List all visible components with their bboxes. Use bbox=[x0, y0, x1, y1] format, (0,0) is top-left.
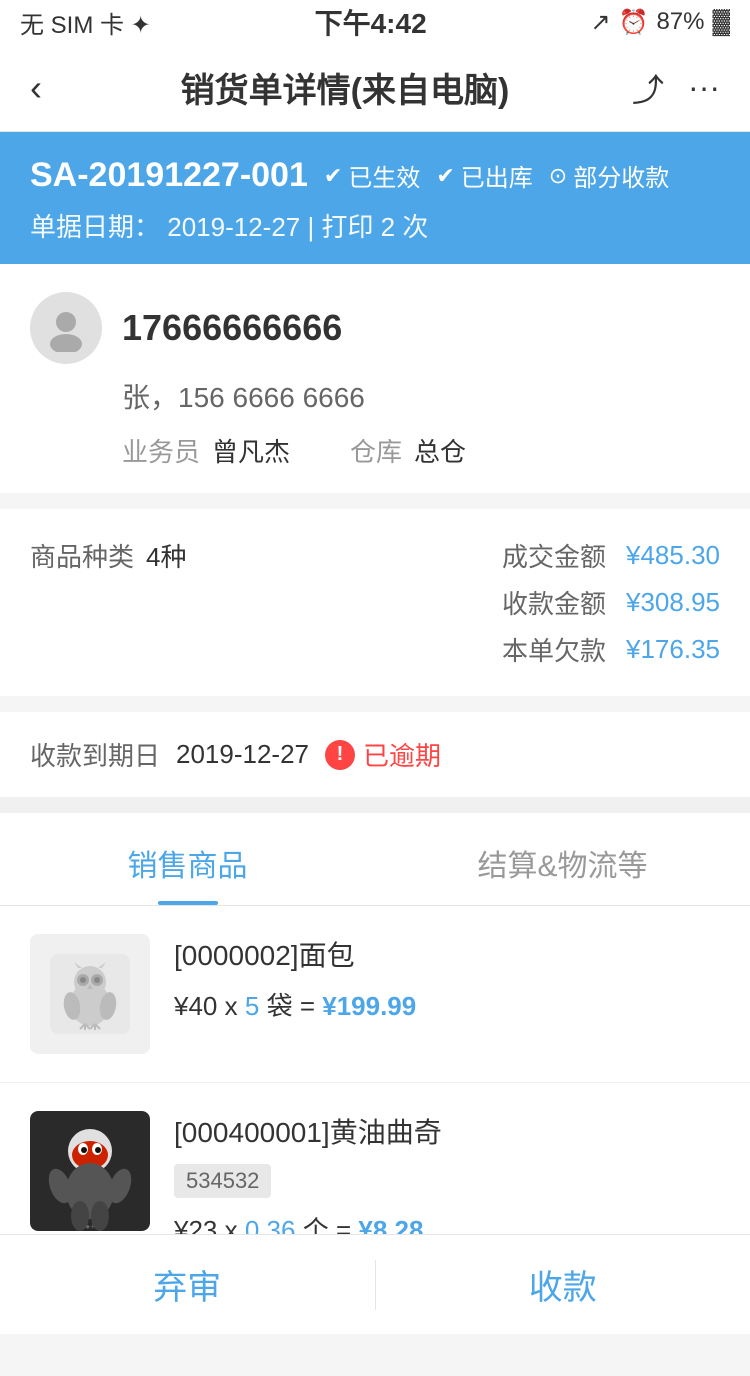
tab-settlement[interactable]: 结算&物流等 bbox=[375, 813, 750, 905]
due-date-label: 收款到期日 bbox=[30, 736, 160, 773]
product-image-2: ●+ bbox=[30, 1111, 150, 1231]
customer-phone: 17666666666 bbox=[122, 307, 342, 349]
svg-text:●+: ●+ bbox=[85, 1222, 95, 1231]
product-sku-2: 534532 bbox=[174, 1164, 271, 1198]
stats-section: 商品种类 4种 成交金额 ¥485.30 收款金额 ¥308.95 本单欠款 ¥… bbox=[0, 509, 750, 696]
product-types: 商品种类 4种 bbox=[30, 537, 186, 574]
section-divider bbox=[0, 797, 750, 813]
customer-name: 张，156 6666 6666 bbox=[30, 376, 720, 416]
status-badge-partial: ⊙ 部分收款 bbox=[549, 158, 669, 193]
order-date-info: 单据日期： 2019-12-27 | 打印 2 次 bbox=[30, 207, 720, 244]
product-image-1 bbox=[30, 934, 150, 1054]
share-icon[interactable]: ⤴ bbox=[632, 65, 664, 111]
customer-section: 17666666666 张，156 6666 6666 业务员 曾凡杰 仓库 总… bbox=[0, 264, 750, 493]
status-time: 下午4:42 bbox=[315, 2, 427, 42]
due-date-section: 收款到期日 2019-12-27 ! 已逾期 bbox=[0, 712, 750, 797]
deal-amount: 成交金额 ¥485.30 bbox=[486, 537, 720, 574]
battery-level: 87% bbox=[656, 8, 704, 36]
page-title: 销货单详情(来自电脑) bbox=[90, 63, 600, 112]
status-bar: 无 SIM 卡 ✦ 下午4:42 ↗ ⏰ 87% ▓ bbox=[0, 0, 750, 44]
overdue-text: 已逾期 bbox=[363, 736, 441, 773]
overdue-badge: ! 已逾期 bbox=[325, 736, 441, 773]
table-row: [0000002]面包 ¥40 x 5 袋 = ¥199.99 bbox=[0, 906, 750, 1083]
salesperson-info: 业务员 曾凡杰 bbox=[122, 432, 290, 469]
product-price-1: ¥40 x 5 袋 = ¥199.99 bbox=[174, 986, 720, 1023]
order-banner: SA-20191227-001 ✔ 已生效 ✔ 已出库 ⊙ 部分收款 单据日期：… bbox=[0, 132, 750, 264]
product-name-1: [0000002]面包 bbox=[174, 934, 720, 974]
product-name-2: [000400001]黄油曲奇 bbox=[174, 1111, 720, 1151]
order-id: SA-20191227-001 bbox=[30, 156, 308, 195]
product-list: [0000002]面包 ¥40 x 5 袋 = ¥199.99 bbox=[0, 906, 750, 1276]
tab-bar: 销售商品 结算&物流等 bbox=[0, 813, 750, 906]
overdue-icon: ! bbox=[325, 740, 355, 770]
nav-actions: ⤴ ··· bbox=[600, 65, 720, 111]
location-icon: ↗ bbox=[590, 8, 610, 37]
more-icon[interactable]: ··· bbox=[688, 69, 720, 106]
owed-amount: 本单欠款 ¥176.35 bbox=[486, 631, 720, 668]
back-button[interactable]: ‹ bbox=[30, 67, 90, 109]
battery-icon: ▓ bbox=[713, 8, 731, 36]
status-right: ↗ ⏰ 87% ▓ bbox=[590, 8, 730, 37]
collected-amount: 收款金额 ¥308.95 bbox=[486, 584, 720, 621]
product-info-1: [0000002]面包 ¥40 x 5 袋 = ¥199.99 bbox=[174, 934, 720, 1023]
tab-products[interactable]: 销售商品 bbox=[0, 813, 375, 905]
cancel-button[interactable]: 弃审 bbox=[0, 1240, 375, 1329]
product-info-2: [000400001]黄油曲奇 534532 ¥23 x 0.36 个 = ¥8… bbox=[174, 1111, 720, 1247]
due-date-value: 2019-12-27 bbox=[176, 739, 309, 770]
nav-bar: ‹ 销货单详情(来自电脑) ⤴ ··· bbox=[0, 44, 750, 132]
alarm-icon: ⏰ bbox=[619, 8, 649, 37]
warehouse-info: 仓库 总仓 bbox=[350, 432, 466, 469]
status-badge-shipped: ✔ 已出库 bbox=[436, 158, 532, 193]
bottom-bar: 弃审 收款 bbox=[0, 1234, 750, 1334]
status-badge-effective: ✔ 已生效 bbox=[324, 158, 420, 193]
sim-status: 无 SIM 卡 ✦ bbox=[20, 5, 151, 40]
confirm-button[interactable]: 收款 bbox=[376, 1240, 750, 1329]
status-left: 无 SIM 卡 ✦ bbox=[20, 5, 151, 40]
avatar bbox=[30, 292, 102, 364]
